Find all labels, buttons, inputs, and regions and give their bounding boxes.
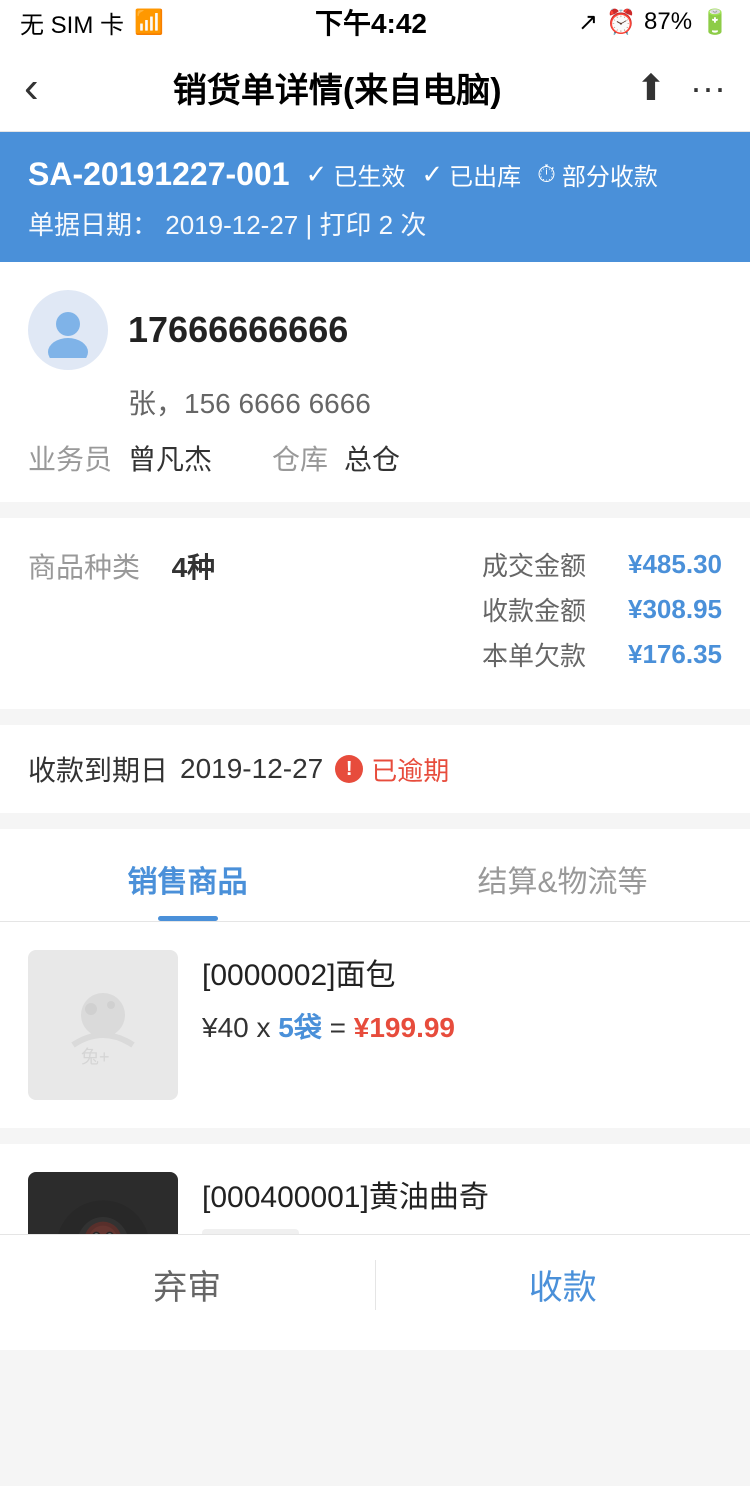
deal-amount-label: 成交金额 (482, 546, 586, 583)
page-title: 销货单详情(来自电脑) (173, 63, 502, 112)
deal-amount-value: ¥485.30 (602, 549, 722, 580)
due-date-section: 收款到期日 2019-12-27 ! 已逾期 (0, 725, 750, 829)
amount-row: 商品种类 4种 成交金额 ¥485.30 收款金额 ¥308.95 本单欠款 ¥… (28, 546, 722, 681)
wifi-icon: 📶 (134, 8, 164, 37)
received-amount-label: 收款金额 (482, 591, 586, 628)
carrier-text: 无 SIM 卡 (20, 5, 124, 40)
status-shipped: ✓ 已出库 (421, 157, 521, 192)
overdue-icon: ! (335, 755, 363, 783)
bottom-bar: 弃审 收款 (0, 1234, 750, 1334)
tabs: 销售商品 结算&物流等 (0, 829, 750, 921)
avatar-icon (40, 302, 96, 358)
status-partial: ⏱ 部分收款 (537, 157, 658, 192)
effective-label: 已生效 (333, 157, 405, 192)
overdue-label: 已逾期 (371, 751, 449, 788)
status-bar-right: ↗ ⏰ 87% 🔋 (578, 8, 730, 37)
cancel-button[interactable]: 弃审 (0, 1235, 375, 1334)
order-date: 单据日期： 2019-12-27 | 打印 2 次 (28, 205, 722, 242)
product-list: 兔+ [0000002]面包 ¥40 x 5袋 = ¥199.99 (0, 922, 750, 1486)
product-image-1: 兔+ (28, 950, 178, 1100)
avatar (28, 290, 108, 370)
product-name-2: [000400001]黄油曲奇 (202, 1172, 722, 1216)
more-icon[interactable]: ··· (690, 67, 726, 109)
due-date-label: 收款到期日 (28, 749, 168, 789)
received-amount-value: ¥308.95 (602, 594, 722, 625)
owed-amount-label: 本单欠款 (482, 636, 586, 673)
check-icon-effective: ✓ (306, 159, 328, 190)
product-count-value: 4种 (172, 552, 216, 583)
svg-text:兔+: 兔+ (81, 1047, 110, 1067)
status-bar-left: 无 SIM 卡 📶 (20, 5, 164, 40)
nav-bar: ‹ 销货单详情(来自电脑) ⬆ ··· (0, 44, 750, 132)
sales-value: 曾凡杰 (128, 438, 212, 478)
share-icon[interactable]: ⬆ (636, 67, 666, 109)
confirm-button[interactable]: 收款 (376, 1235, 750, 1334)
tab-settlement[interactable]: 结算&物流等 (375, 829, 750, 921)
customer-section: 17666666666 张，156 6666 6666 业务员 曾凡杰 仓库 总… (0, 262, 750, 518)
partial-label: 部分收款 (562, 157, 658, 192)
date-value: 2019-12-27 (165, 210, 298, 240)
product-count: 商品种类 4种 (28, 546, 215, 586)
date-label: 单据日期： (28, 210, 158, 240)
check-icon-shipped: ✓ (421, 159, 443, 190)
product-count-label: 商品种类 (28, 552, 140, 583)
location-icon: ↗ (578, 8, 598, 37)
tabs-section: 销售商品 结算&物流等 (0, 829, 750, 922)
received-amount: 收款金额 ¥308.95 (482, 591, 722, 628)
battery-icon: 🔋 (700, 8, 730, 37)
amount-details: 成交金额 ¥485.30 收款金额 ¥308.95 本单欠款 ¥176.35 (482, 546, 722, 681)
warehouse-meta: 仓库 总仓 (272, 438, 400, 478)
deal-amount: 成交金额 ¥485.30 (482, 546, 722, 583)
order-header: SA-20191227-001 ✓ 已生效 ✓ 已出库 ⏱ 部分收款 单据日期：… (0, 132, 750, 262)
customer-row: 17666666666 (28, 290, 722, 370)
overdue-badge: ! 已逾期 (335, 751, 449, 788)
product-placeholder-icon: 兔+ (53, 975, 153, 1075)
tab-products[interactable]: 销售商品 (0, 829, 375, 921)
amount-section: 商品种类 4种 成交金额 ¥485.30 收款金额 ¥308.95 本单欠款 ¥… (0, 518, 750, 725)
print-info: | 打印 2 次 (305, 210, 426, 240)
owed-amount-value: ¥176.35 (602, 639, 722, 670)
alarm-icon: ⏰ (606, 8, 636, 37)
product-total-1: ¥199.99 (354, 1012, 455, 1043)
sales-meta: 业务员 曾凡杰 (28, 438, 212, 478)
product-name-1: [0000002]面包 (202, 950, 722, 994)
status-bar: 无 SIM 卡 📶 下午4:42 ↗ ⏰ 87% 🔋 (0, 0, 750, 44)
sales-label: 业务员 (28, 438, 112, 478)
nav-actions: ⬆ ··· (636, 67, 726, 109)
customer-id: 17666666666 (128, 309, 348, 351)
customer-name: 张，156 6666 6666 (28, 382, 722, 422)
clock-icon: ⏱ (537, 161, 556, 189)
shipped-label: 已出库 (449, 157, 521, 192)
product-qty-1: 5袋 (278, 1012, 322, 1043)
time-display: 下午4:42 (315, 2, 427, 42)
battery-text: 87% (644, 8, 692, 36)
order-number: SA-20191227-001 (28, 156, 290, 193)
product-info-1: [0000002]面包 ¥40 x 5袋 = ¥199.99 (202, 950, 722, 1046)
owed-amount: 本单欠款 ¥176.35 (482, 636, 722, 673)
customer-meta: 业务员 曾凡杰 仓库 总仓 (28, 438, 722, 478)
product-price-1: ¥40 x 5袋 = ¥199.99 (202, 1006, 722, 1046)
due-date-value: 2019-12-27 (180, 753, 323, 785)
warehouse-value: 总仓 (344, 438, 400, 478)
back-button[interactable]: ‹ (24, 66, 39, 110)
warehouse-label: 仓库 (272, 438, 328, 478)
product-item: 兔+ [0000002]面包 ¥40 x 5袋 = ¥199.99 (0, 922, 750, 1128)
status-effective: ✓ 已生效 (306, 157, 406, 192)
order-header-top: SA-20191227-001 ✓ 已生效 ✓ 已出库 ⏱ 部分收款 (28, 156, 722, 193)
